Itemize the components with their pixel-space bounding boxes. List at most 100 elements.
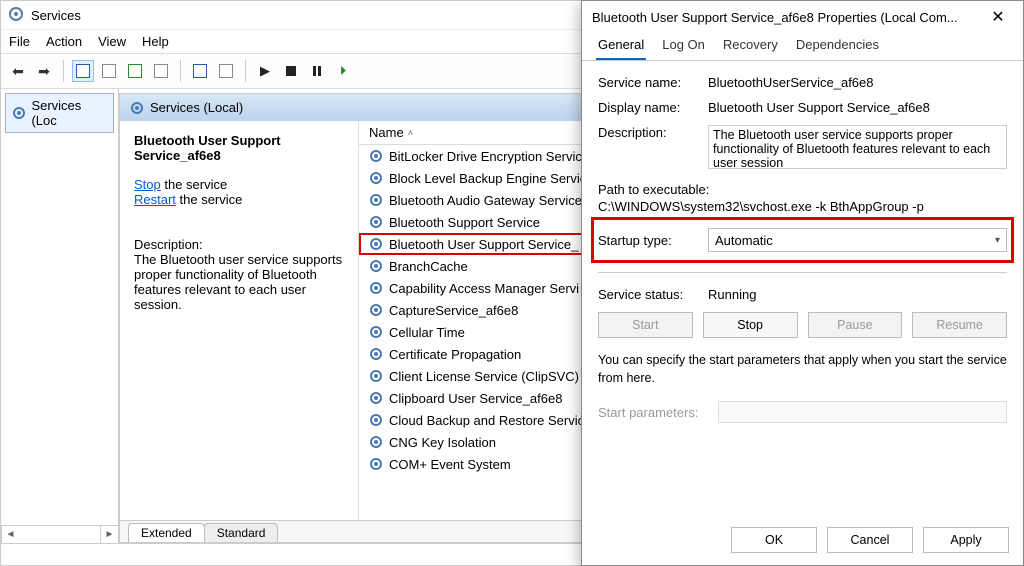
stop-button[interactable]: Stop — [703, 312, 798, 338]
services-app-icon — [9, 7, 25, 23]
label-start-parameters: Start parameters: — [598, 405, 708, 420]
export-list-button[interactable] — [150, 60, 172, 82]
dialog-tabs: General Log On Recovery Dependencies — [582, 33, 1023, 61]
services-icon — [12, 106, 25, 120]
service-name-label: Bluetooth User Support Service_ — [389, 237, 578, 252]
pause-service-button[interactable] — [306, 60, 328, 82]
value-service-name: BluetoothUserService_af6e8 — [708, 75, 1007, 90]
service-icon — [369, 149, 383, 163]
restart-service-link[interactable]: Restart — [134, 192, 176, 207]
nav-label: Services (Loc — [31, 98, 107, 128]
toolbar-separator — [245, 60, 246, 82]
label-startup-type: Startup type: — [598, 233, 708, 248]
stop-service-button[interactable] — [280, 60, 302, 82]
startup-type-value: Automatic — [715, 233, 773, 248]
restart-suffix: the service — [176, 192, 242, 207]
service-icon — [369, 237, 383, 251]
tab-recovery[interactable]: Recovery — [721, 31, 780, 60]
label-path: Path to executable: — [598, 182, 1007, 197]
ok-button[interactable]: OK — [731, 527, 817, 553]
close-icon[interactable]: ✕ — [983, 7, 1013, 27]
value-path: C:\WINDOWS\system32\svchost.exe -k BthAp… — [598, 199, 1007, 214]
nav-pane: Services (Loc ◄ ► — [1, 89, 119, 543]
dialog-title: Bluetooth User Support Service_af6e8 Pro… — [592, 10, 983, 25]
scroll-right-icon[interactable]: ► — [100, 526, 118, 543]
service-icon — [369, 259, 383, 273]
toolbar-icon[interactable] — [215, 60, 237, 82]
detail-pane: Bluetooth User Support Service_af6e8 Sto… — [120, 121, 358, 520]
tab-standard[interactable]: Standard — [204, 523, 279, 542]
service-name-label: Cellular Time — [389, 325, 465, 340]
start-parameters-input — [718, 401, 1007, 423]
show-hide-tree-button[interactable] — [72, 60, 94, 82]
chevron-down-icon: ▾ — [995, 235, 1000, 246]
service-icon — [369, 193, 383, 207]
service-name-label: Capability Access Manager Servi — [389, 281, 579, 296]
service-name-label: Block Level Backup Engine Servic — [389, 171, 586, 186]
forward-button[interactable]: ➡ — [33, 60, 55, 82]
nav-hscroll[interactable]: ◄ ► — [1, 525, 118, 543]
label-service-status: Service status: — [598, 287, 708, 302]
service-name-label: COM+ Event System — [389, 457, 511, 472]
tab-general[interactable]: General — [596, 31, 646, 60]
properties-button[interactable] — [98, 60, 120, 82]
dialog-titlebar: Bluetooth User Support Service_af6e8 Pro… — [582, 1, 1023, 33]
value-display-name: Bluetooth User Support Service_af6e8 — [708, 100, 1007, 115]
stop-suffix: the service — [161, 177, 227, 192]
service-icon — [369, 369, 383, 383]
tab-logon[interactable]: Log On — [660, 31, 707, 60]
help-button[interactable] — [189, 60, 211, 82]
label-display-name: Display name: — [598, 100, 708, 115]
tab-dependencies[interactable]: Dependencies — [794, 31, 881, 60]
start-service-button[interactable]: ▶ — [254, 60, 276, 82]
start-button[interactable]: Start — [598, 312, 693, 338]
menu-view[interactable]: View — [98, 34, 126, 49]
label-service-name: Service name: — [598, 75, 708, 90]
service-name-label: Client License Service (ClipSVC) — [389, 369, 579, 384]
service-icon — [369, 347, 383, 361]
description-label: Description: — [134, 237, 344, 252]
service-icon — [369, 215, 383, 229]
column-label: Name — [369, 125, 404, 140]
window-title: Services — [31, 8, 81, 23]
description-textarea[interactable] — [708, 125, 1007, 169]
service-icon — [369, 457, 383, 471]
services-icon — [130, 101, 144, 115]
tab-extended[interactable]: Extended — [128, 523, 205, 542]
startup-type-select[interactable]: Automatic ▾ — [708, 228, 1007, 252]
menu-action[interactable]: Action — [46, 34, 82, 49]
menu-help[interactable]: Help — [142, 34, 169, 49]
service-name-label: Clipboard User Service_af6e8 — [389, 391, 562, 406]
service-icon — [369, 325, 383, 339]
restart-service-button[interactable]: ⏵ — [332, 60, 354, 82]
divider — [598, 272, 1007, 273]
service-icon — [369, 413, 383, 427]
back-button[interactable]: ⬅ — [7, 60, 29, 82]
service-icon — [369, 281, 383, 295]
service-icon — [369, 391, 383, 405]
start-params-hint: You can specify the start parameters tha… — [598, 352, 1007, 387]
startup-type-row: Startup type: Automatic ▾ — [598, 224, 1007, 256]
scroll-left-icon[interactable]: ◄ — [1, 526, 19, 543]
nav-services-local[interactable]: Services (Loc — [5, 93, 114, 133]
sort-asc-icon: ˄ — [408, 128, 413, 138]
service-name-label: Bluetooth Support Service — [389, 215, 540, 230]
stop-service-link[interactable]: Stop — [134, 177, 161, 192]
service-icon — [369, 303, 383, 317]
toolbar-separator — [63, 60, 64, 82]
service-name-label: Cloud Backup and Restore Servic — [389, 413, 584, 428]
refresh-button[interactable] — [124, 60, 146, 82]
value-service-status: Running — [708, 287, 1007, 302]
apply-button[interactable]: Apply — [923, 527, 1009, 553]
cancel-button[interactable]: Cancel — [827, 527, 913, 553]
pause-button[interactable]: Pause — [808, 312, 903, 338]
service-name-label: Bluetooth Audio Gateway Service — [389, 193, 582, 208]
selected-service-name: Bluetooth User Support Service_af6e8 — [134, 133, 344, 163]
dialog-body: Service name: BluetoothUserService_af6e8… — [582, 61, 1023, 423]
service-icon — [369, 171, 383, 185]
properties-dialog: Bluetooth User Support Service_af6e8 Pro… — [581, 0, 1024, 566]
service-name-label: CNG Key Isolation — [389, 435, 496, 450]
menu-file[interactable]: File — [9, 34, 30, 49]
service-name-label: Certificate Propagation — [389, 347, 521, 362]
resume-button[interactable]: Resume — [912, 312, 1007, 338]
